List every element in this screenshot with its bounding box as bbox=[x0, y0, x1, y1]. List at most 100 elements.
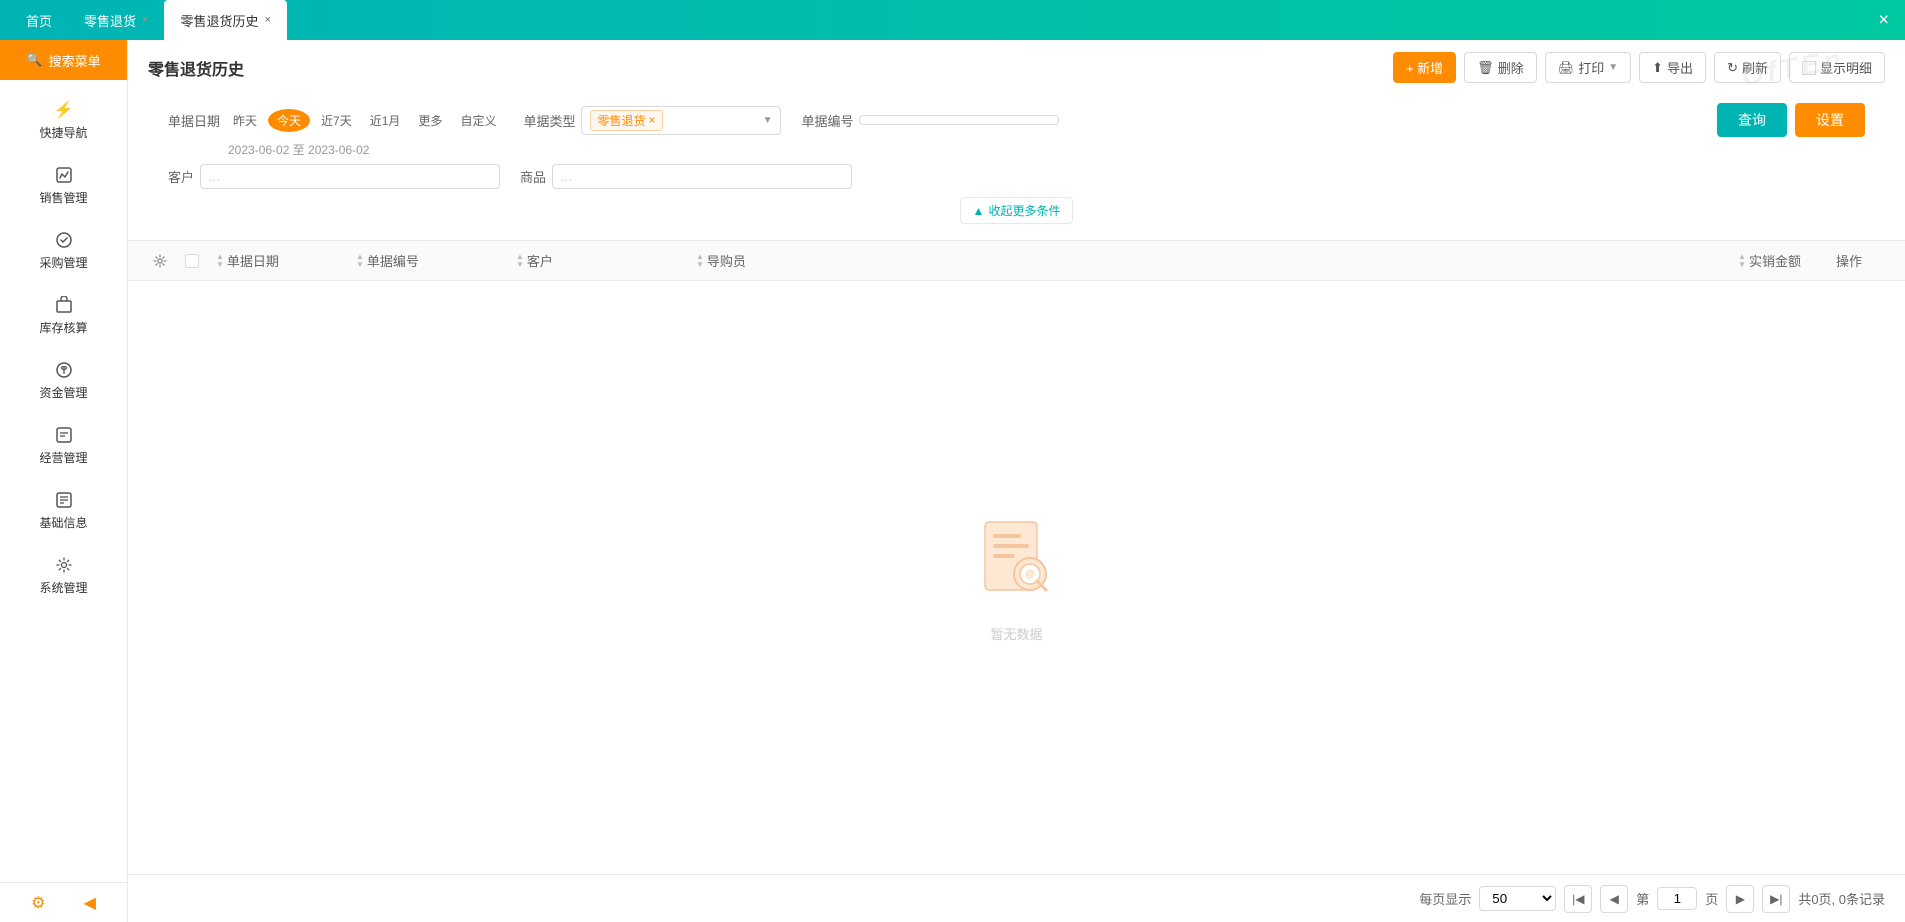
page-first-button[interactable]: |◀ bbox=[1564, 885, 1592, 913]
table-header: ▲▼ 单据日期 ▲▼ 单据编号 ▲▼ 客户 ▲▼ 导购员 ▲▼ bbox=[128, 241, 1905, 281]
goods-placeholder: ... bbox=[561, 169, 572, 184]
operations-icon bbox=[54, 425, 74, 445]
doc-type-arrow-icon: ▼ bbox=[763, 115, 773, 126]
sidebar-item-operations[interactable]: 经营管理 bbox=[0, 413, 127, 478]
code-sort-icon: ▲▼ bbox=[356, 253, 364, 269]
date-sort-icon: ▲▼ bbox=[216, 253, 224, 269]
inventory-icon bbox=[54, 295, 74, 315]
tab-retail-return-close[interactable]: × bbox=[142, 14, 148, 26]
date-btn-custom[interactable]: 自定义 bbox=[453, 109, 503, 132]
filter-row-1: 单据日期 昨天 今天 近7天 近1月 更多 自定义 单据类型 bbox=[168, 103, 1865, 137]
finance-icon bbox=[54, 360, 74, 380]
page-number-input[interactable] bbox=[1657, 887, 1697, 910]
th-date-label: 单据日期 bbox=[227, 251, 279, 270]
sidebar-item-purchase[interactable]: 采购管理 bbox=[0, 218, 127, 283]
th-action: 操作 bbox=[1809, 251, 1889, 270]
system-icon bbox=[54, 555, 74, 575]
doc-no-label: 单据编号 bbox=[801, 111, 853, 130]
delete-button[interactable]: 🗑 🗑 删除 删除 bbox=[1464, 52, 1537, 83]
date-btn-today[interactable]: 今天 bbox=[268, 109, 310, 132]
date-btn-yesterday[interactable]: 昨天 bbox=[226, 109, 264, 132]
sidebar-item-inventory-label: 库存核算 bbox=[39, 319, 87, 336]
sidebar-item-sales[interactable]: 销售管理 bbox=[0, 153, 127, 218]
th-settings[interactable] bbox=[144, 254, 176, 268]
window-close-button[interactable]: × bbox=[1878, 10, 1889, 31]
page-prev-button[interactable]: ◀ bbox=[1600, 885, 1628, 913]
th-customer-label: 客户 bbox=[527, 251, 553, 270]
page-next-button[interactable]: ▶ bbox=[1726, 885, 1754, 913]
sidebar-item-system-label: 系统管理 bbox=[39, 579, 87, 596]
tab-retail-return-history-label: 零售退货历史 bbox=[180, 11, 258, 30]
export-button[interactable]: ⬆ 导出 bbox=[1639, 52, 1706, 83]
print-icon: 🖨 bbox=[1558, 60, 1575, 76]
sidebar-search-label: 搜索菜单 bbox=[49, 51, 101, 70]
query-button[interactable]: 查询 bbox=[1717, 103, 1787, 137]
empty-icon bbox=[967, 512, 1067, 612]
tab-retail-return[interactable]: 零售退货 × bbox=[68, 0, 164, 40]
sidebar-item-quick-nav[interactable]: ⚡ 快捷导航 bbox=[0, 88, 127, 153]
doc-no-input[interactable] bbox=[859, 115, 1059, 125]
tab-home[interactable]: 首页 bbox=[10, 0, 68, 40]
page-last-button[interactable]: ▶| bbox=[1762, 885, 1790, 913]
tab-bar: 首页 零售退货 × 零售退货历史 × bbox=[10, 0, 1905, 40]
th-code[interactable]: ▲▼ 单据编号 bbox=[348, 251, 508, 270]
empty-text: 暂无数据 bbox=[990, 624, 1042, 643]
sidebar-settings-icon[interactable]: ⚙ bbox=[31, 893, 45, 913]
search-icon: 🔍 bbox=[26, 52, 42, 68]
date-btn-7days[interactable]: 近7天 bbox=[314, 109, 359, 132]
print-button[interactable]: 🖨 打印 ▼ bbox=[1545, 52, 1631, 83]
th-amount-label: 实销金额 bbox=[1749, 251, 1801, 270]
table-area: ▲▼ 单据日期 ▲▼ 单据编号 ▲▼ 客户 ▲▼ 导购员 ▲▼ bbox=[128, 241, 1905, 874]
show-detail-checkbox[interactable] bbox=[1802, 61, 1816, 75]
sidebar-item-system[interactable]: 系统管理 bbox=[0, 543, 127, 608]
guide-sort-icon: ▲▼ bbox=[696, 253, 704, 269]
collapse-button[interactable]: ▲ 收起更多条件 bbox=[960, 197, 1074, 224]
quick-nav-icon: ⚡ bbox=[54, 100, 74, 120]
th-action-label: 操作 bbox=[1836, 251, 1862, 270]
sidebar-item-quick-nav-label: 快捷导航 bbox=[39, 124, 87, 141]
goods-label: 商品 bbox=[520, 167, 546, 186]
sidebar-collapse-icon[interactable]: ◀ bbox=[84, 893, 96, 913]
toolbar: + 新增 🗑 🗑 删除 删除 🖨 打印 ▼ ⬆ 导出 bbox=[1393, 52, 1885, 83]
sidebar-search[interactable]: 🔍 搜索菜单 bbox=[0, 40, 127, 80]
show-detail-toggle[interactable]: 显示明细 bbox=[1789, 52, 1885, 83]
sidebar-item-purchase-label: 采购管理 bbox=[39, 254, 87, 271]
page-header: 零售退货历史 + 新增 🗑 🗑 删除 删除 🖨 打印 ▼ ⬆ bbox=[128, 40, 1905, 241]
customer-placeholder: ... bbox=[209, 169, 220, 184]
tab-retail-return-history-close[interactable]: × bbox=[264, 14, 270, 26]
th-checkbox[interactable] bbox=[176, 254, 208, 268]
th-date[interactable]: ▲▼ 单据日期 bbox=[208, 251, 348, 270]
th-amount[interactable]: ▲▼ 实销金额 bbox=[1689, 251, 1809, 270]
refresh-icon: ↻ bbox=[1727, 60, 1738, 76]
sidebar-item-basic-info-label: 基础信息 bbox=[39, 514, 87, 531]
filter-row-2: 客户 ... 商品 ... bbox=[168, 164, 1865, 189]
tab-retail-return-label: 零售退货 bbox=[84, 11, 136, 30]
sidebar-item-finance-label: 资金管理 bbox=[39, 384, 87, 401]
th-guide-label: 导购员 bbox=[707, 251, 746, 270]
purchase-icon bbox=[54, 230, 74, 250]
page-title: 零售退货历史 bbox=[148, 56, 244, 80]
customer-label: 客户 bbox=[168, 167, 194, 186]
tab-retail-return-history[interactable]: 零售退货历史 × bbox=[164, 0, 286, 40]
customer-sort-icon: ▲▼ bbox=[516, 253, 524, 269]
date-btn-1month[interactable]: 近1月 bbox=[363, 109, 408, 132]
customer-filter: 客户 ... bbox=[168, 164, 500, 189]
doc-type-label: 单据类型 bbox=[523, 111, 575, 130]
refresh-button[interactable]: ↻ 刷新 bbox=[1714, 52, 1781, 83]
page-size-select[interactable]: 50 10 20 100 bbox=[1479, 886, 1556, 911]
page-label-suffix: 页 bbox=[1705, 889, 1718, 908]
sidebar-item-basic-info[interactable]: 基础信息 bbox=[0, 478, 127, 543]
th-customer[interactable]: ▲▼ 客户 bbox=[508, 251, 688, 270]
new-button[interactable]: + 新增 bbox=[1393, 52, 1456, 83]
header-checkbox[interactable] bbox=[185, 254, 199, 268]
sidebar-item-inventory[interactable]: 库存核算 bbox=[0, 283, 127, 348]
doc-type-tag-close[interactable]: × bbox=[648, 113, 655, 127]
setting-button[interactable]: 设置 bbox=[1795, 103, 1865, 137]
customer-input[interactable]: ... bbox=[200, 164, 500, 189]
goods-input[interactable]: ... bbox=[552, 164, 852, 189]
page-label-prefix: 第 bbox=[1636, 889, 1649, 908]
doc-type-input[interactable]: 零售退货 × ▼ bbox=[581, 106, 781, 135]
th-guide[interactable]: ▲▼ 导购员 bbox=[688, 251, 808, 270]
sidebar-item-finance[interactable]: 资金管理 bbox=[0, 348, 127, 413]
date-btn-more[interactable]: 更多 bbox=[411, 109, 449, 132]
